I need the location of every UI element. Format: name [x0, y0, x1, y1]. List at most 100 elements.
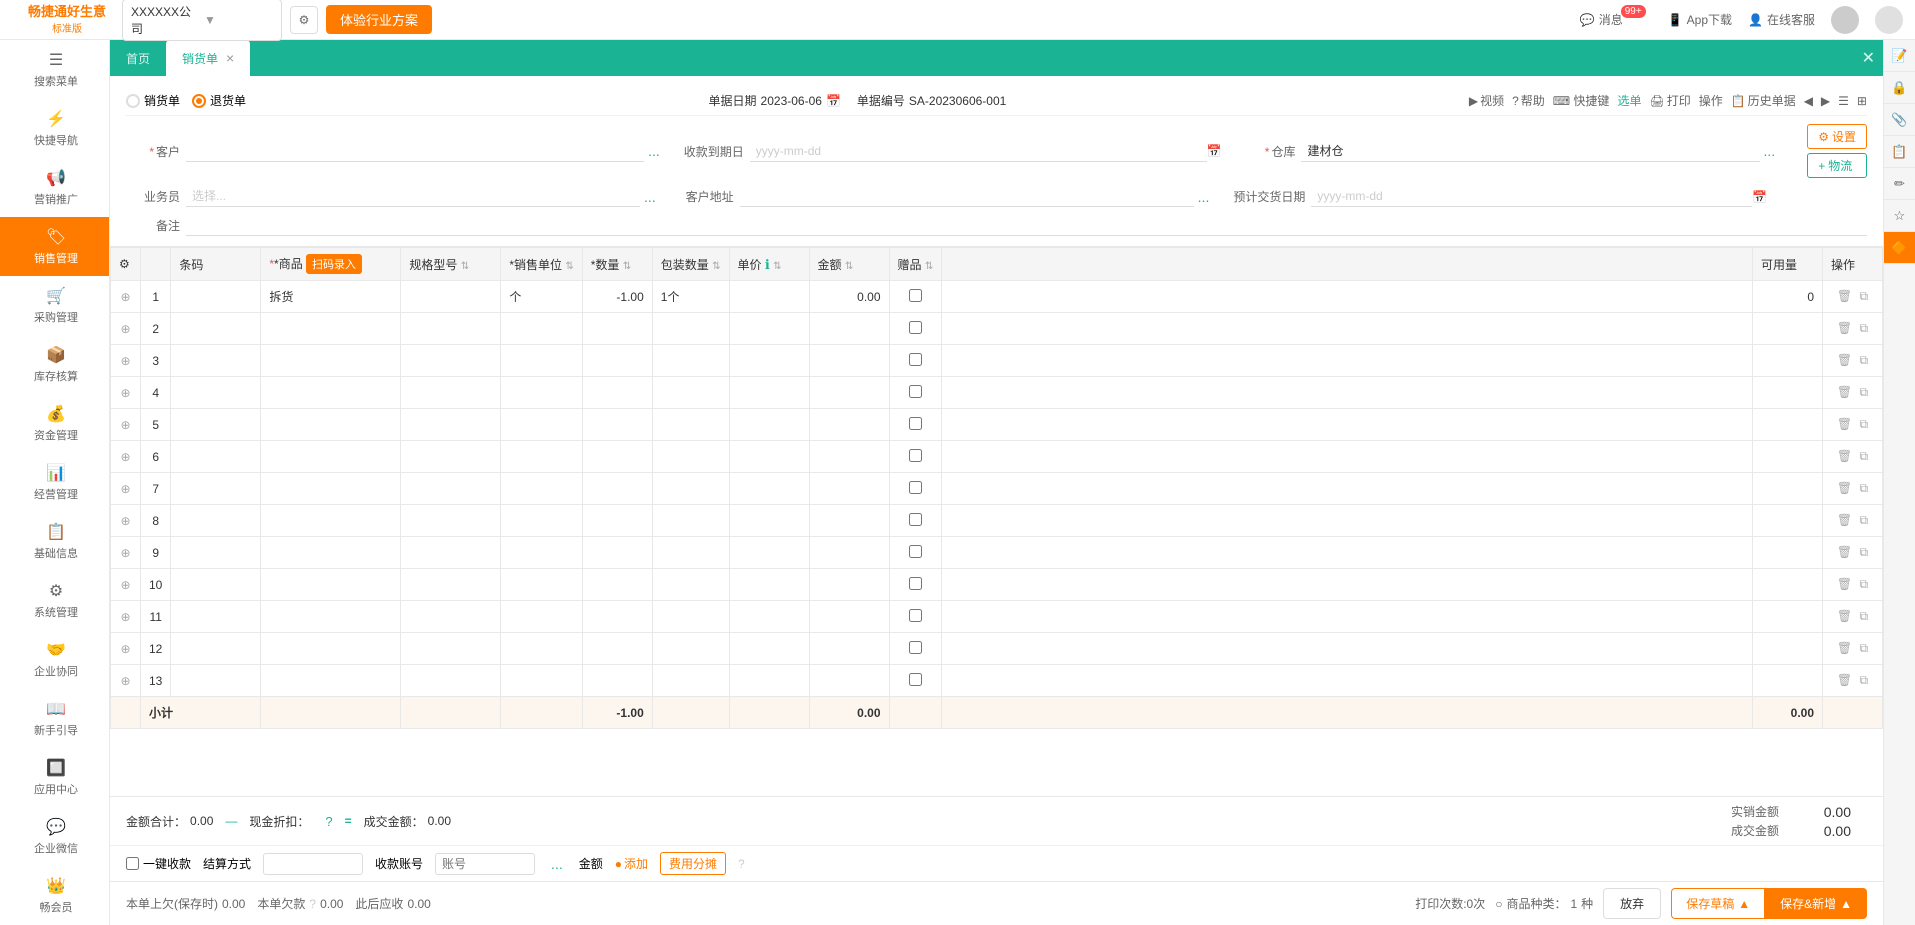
customer-addr-input[interactable] — [740, 186, 1194, 207]
row-amount-3[interactable] — [809, 377, 889, 409]
copy-icon-12[interactable]: ⧉ — [1860, 673, 1869, 687]
row-amount-12[interactable] — [809, 665, 889, 697]
row-amount-10[interactable] — [809, 601, 889, 633]
copy-icon-6[interactable]: ⧉ — [1860, 481, 1869, 495]
row-qty-2[interactable] — [582, 345, 652, 377]
gift-check-12[interactable] — [909, 673, 922, 686]
row-product-12[interactable] — [261, 665, 401, 697]
notes-input[interactable] — [186, 215, 1867, 236]
payment-help-icon[interactable]: ? — [738, 857, 745, 871]
save-draft-button[interactable]: 保存草稿 ▲ — [1671, 888, 1765, 919]
row-product-6[interactable] — [261, 473, 401, 505]
sidebar-item-purchase[interactable]: 🛒 采购管理 — [0, 276, 109, 335]
row-gear-1[interactable]: ⊕ — [111, 313, 141, 345]
gift-check-10[interactable] — [909, 609, 922, 622]
gift-check-5[interactable] — [909, 449, 922, 462]
row-gear-11[interactable]: ⊕ — [111, 633, 141, 665]
row-spec-0[interactable] — [401, 281, 501, 313]
sidebar-item-basic[interactable]: 📋 基础信息 — [0, 512, 109, 571]
delete-icon-3[interactable]: 🗑 — [1837, 385, 1852, 399]
save-new-button[interactable]: 保存&新增 ▲ — [1765, 888, 1867, 919]
row-amount-9[interactable] — [809, 569, 889, 601]
row-barcode-0[interactable] — [171, 281, 261, 313]
row-price-11[interactable] — [729, 633, 809, 665]
row-pkgqty-1[interactable] — [652, 313, 729, 345]
side-btn-copy[interactable]: 📋 — [1884, 136, 1915, 168]
delete-icon-4[interactable]: 🗑 — [1837, 417, 1852, 431]
row-price-12[interactable] — [729, 665, 809, 697]
delete-icon-2[interactable]: 🗑 — [1837, 353, 1852, 367]
row-gear-3[interactable]: ⊕ — [111, 377, 141, 409]
row-gift-9[interactable] — [889, 569, 942, 601]
row-amount-0[interactable]: 0.00 — [809, 281, 889, 313]
expected-date-input[interactable] — [1311, 186, 1752, 207]
row-pkgqty-3[interactable] — [652, 377, 729, 409]
avatar2[interactable] — [1875, 6, 1903, 34]
row-gear-6[interactable]: ⊕ — [111, 473, 141, 505]
row-spec-4[interactable] — [401, 409, 501, 441]
due-date-cal-icon[interactable]: 📅 — [1207, 144, 1222, 158]
row-unit-11[interactable] — [501, 633, 582, 665]
row-gear-10[interactable]: ⊕ — [111, 601, 141, 633]
copy-icon-9[interactable]: ⧉ — [1860, 577, 1869, 591]
copy-icon-1[interactable]: ⧉ — [1860, 321, 1869, 335]
customer-dots-icon[interactable]: ... — [644, 143, 664, 159]
row-spec-1[interactable] — [401, 313, 501, 345]
row-unit-12[interactable] — [501, 665, 582, 697]
row-gift-7[interactable] — [889, 505, 942, 537]
radio-sales[interactable]: 销货单 — [126, 92, 180, 109]
sidebar-item-marketing[interactable]: 📢 营销推广 — [0, 158, 109, 217]
row-unit-10[interactable] — [501, 601, 582, 633]
history-btn[interactable]: 📋 历史单据 — [1731, 92, 1796, 109]
row-spec-9[interactable] — [401, 569, 501, 601]
row-barcode-2[interactable] — [171, 345, 261, 377]
row-pkgqty-8[interactable] — [652, 537, 729, 569]
row-barcode-11[interactable] — [171, 633, 261, 665]
row-amount-11[interactable] — [809, 633, 889, 665]
sidebar-item-inventory[interactable]: 📦 库存核算 — [0, 335, 109, 394]
grid-view-icon[interactable]: ⊞ — [1857, 94, 1867, 108]
row-unit-9[interactable] — [501, 569, 582, 601]
tab-sales-order[interactable]: 销货单 × — [166, 40, 250, 76]
row-spec-11[interactable] — [401, 633, 501, 665]
row-product-8[interactable] — [261, 537, 401, 569]
side-btn-star[interactable]: ☆ — [1884, 200, 1915, 232]
scan-button[interactable]: 扫码录入 — [306, 254, 362, 274]
sidebar-item-business[interactable]: 📊 经营管理 — [0, 453, 109, 512]
row-gear-9[interactable]: ⊕ — [111, 569, 141, 601]
row-price-3[interactable] — [729, 377, 809, 409]
row-price-10[interactable] — [729, 601, 809, 633]
row-pkgqty-2[interactable] — [652, 345, 729, 377]
sidebar-item-wecom[interactable]: 💬 企业微信 — [0, 807, 109, 866]
row-amount-5[interactable] — [809, 441, 889, 473]
row-qty-4[interactable] — [582, 409, 652, 441]
row-unit-2[interactable] — [501, 345, 582, 377]
add-payment-btn[interactable]: ● 添加 — [615, 855, 648, 872]
salesperson-input[interactable] — [186, 186, 640, 207]
row-pkgqty-4[interactable] — [652, 409, 729, 441]
row-unit-6[interactable] — [501, 473, 582, 505]
row-price-6[interactable] — [729, 473, 809, 505]
row-gift-1[interactable] — [889, 313, 942, 345]
row-amount-8[interactable] — [809, 537, 889, 569]
row-gear-8[interactable]: ⊕ — [111, 537, 141, 569]
side-btn-edit[interactable]: ✏ — [1884, 168, 1915, 200]
company-selector[interactable]: XXXXXX公司 ▼ — [122, 0, 282, 41]
row-pkgqty-6[interactable] — [652, 473, 729, 505]
gift-check-9[interactable] — [909, 577, 922, 590]
row-gift-6[interactable] — [889, 473, 942, 505]
radio-return[interactable]: 退货单 — [192, 92, 246, 109]
row-qty-11[interactable] — [582, 633, 652, 665]
one-click-pay-checkbox[interactable]: 一键收款 — [126, 855, 191, 872]
row-price-7[interactable] — [729, 505, 809, 537]
row-qty-10[interactable] — [582, 601, 652, 633]
copy-icon-8[interactable]: ⧉ — [1860, 545, 1869, 559]
delete-icon-7[interactable]: 🗑 — [1837, 513, 1852, 527]
delete-icon-11[interactable]: 🗑 — [1837, 641, 1852, 655]
copy-icon-7[interactable]: ⧉ — [1860, 513, 1869, 527]
row-qty-8[interactable] — [582, 537, 652, 569]
row-gear-7[interactable]: ⊕ — [111, 505, 141, 537]
messages-btn[interactable]: 💬 消息 99+ — [1580, 11, 1652, 28]
row-product-10[interactable] — [261, 601, 401, 633]
select-order-btn[interactable]: 选单 — [1617, 92, 1641, 109]
